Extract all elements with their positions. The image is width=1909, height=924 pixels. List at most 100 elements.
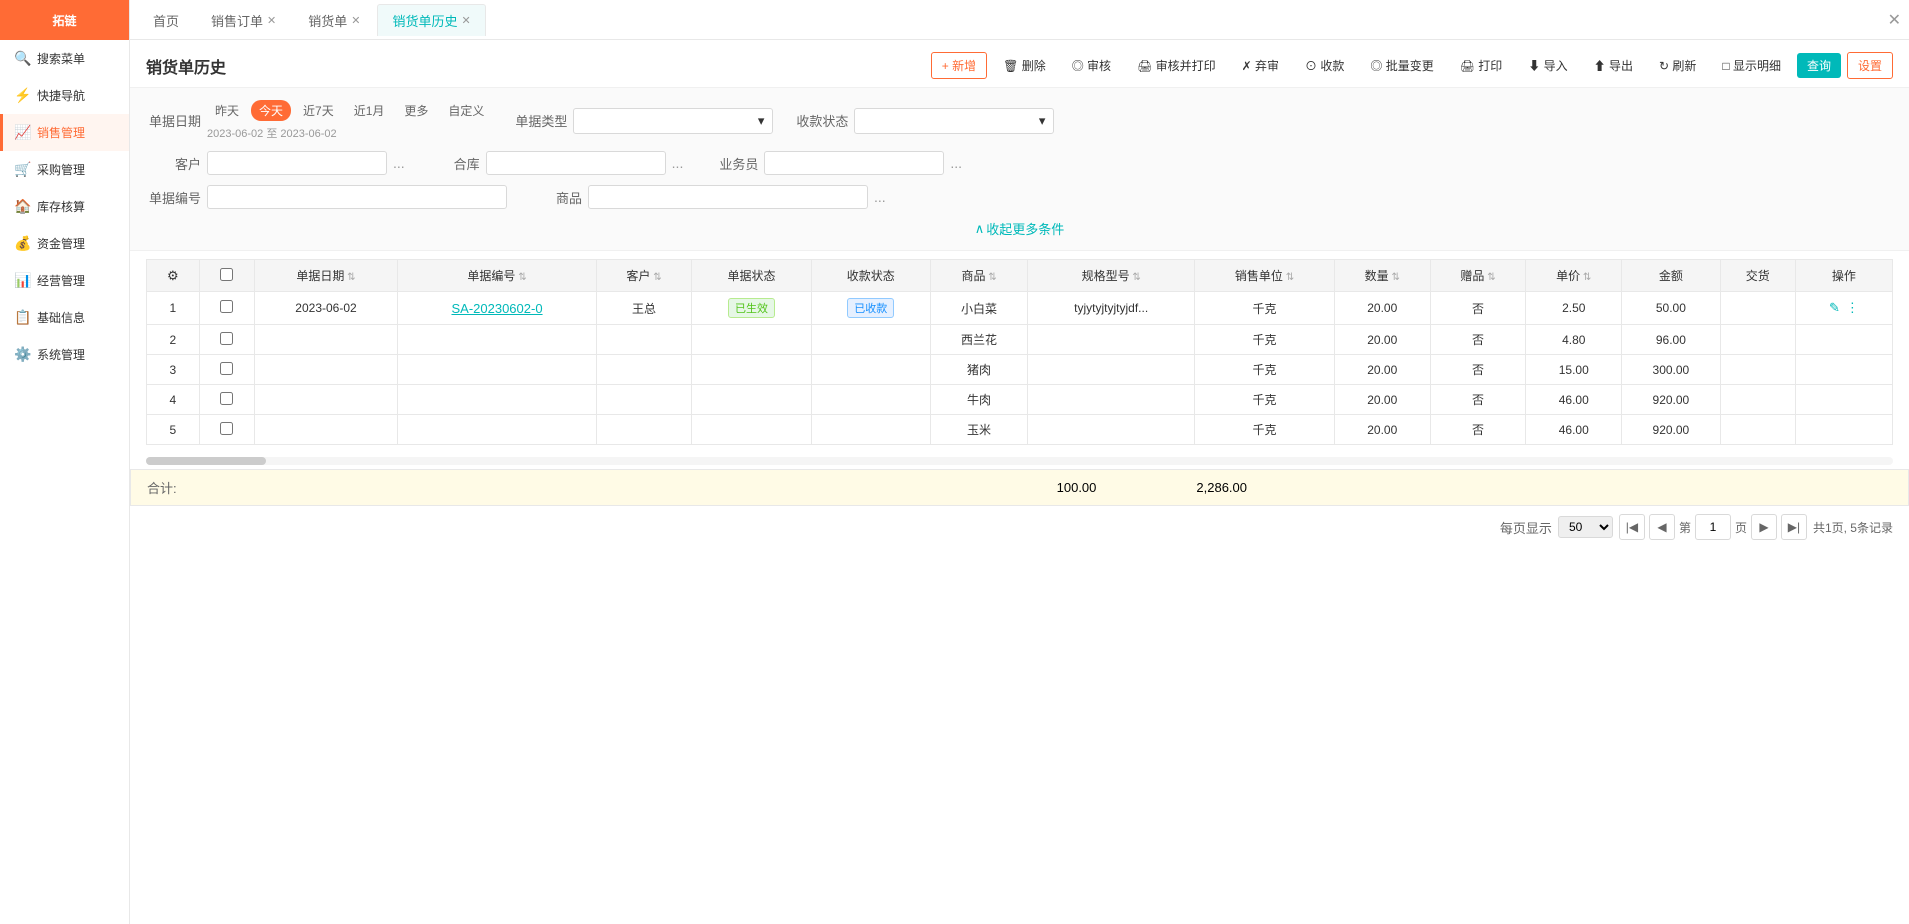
sidebar-item-purchase-mgmt[interactable]: 🛒 采购管理 [0, 151, 129, 188]
date-chip-custom[interactable]: 自定义 [440, 100, 492, 121]
tab-home[interactable]: 首页 [138, 4, 194, 36]
date-chip-1month[interactable]: 近1月 [346, 100, 393, 121]
col-customer[interactable]: 客户 [596, 260, 692, 292]
row-pay-status [811, 325, 930, 355]
show-details-button[interactable]: □ 显示明细 [1712, 53, 1791, 78]
row-doc-no[interactable] [398, 415, 596, 445]
table-scroll[interactable]: ⚙ 单据日期 单据编号 客户 单据状态 收款状态 商品 规格型号 销售单位 数量… [146, 259, 1893, 445]
close-all-tabs-button[interactable]: ✕ [1888, 10, 1901, 30]
staff-lookup-icon[interactable]: ... [950, 155, 962, 171]
col-pay-status[interactable]: 收款状态 [811, 260, 930, 292]
delete-button[interactable]: 🗑 删除 [993, 53, 1056, 78]
row-checkbox[interactable] [199, 355, 254, 385]
tab-close-icon[interactable]: ✕ [267, 14, 276, 27]
refresh-button[interactable]: ↻ 刷新 [1649, 53, 1706, 78]
last-page-button[interactable]: ▶| [1781, 514, 1807, 540]
col-settings[interactable]: ⚙ [147, 260, 200, 292]
tab-close-icon[interactable]: ✕ [462, 14, 471, 27]
row-delivery [1720, 415, 1795, 445]
row-select-checkbox[interactable] [220, 422, 233, 435]
sidebar-item-operations[interactable]: 📊 经营管理 [0, 262, 129, 299]
sidebar-item-inventory[interactable]: 🏠 库存核算 [0, 188, 129, 225]
filter-warehouse: 合库 ... [425, 151, 684, 175]
col-goods[interactable]: 商品 [930, 260, 1027, 292]
row-checkbox[interactable] [199, 325, 254, 355]
goods-lookup-icon[interactable]: ... [874, 189, 886, 205]
sidebar-item-quick-nav[interactable]: ⚡ 快捷导航 [0, 77, 129, 114]
row-doc-no[interactable] [398, 325, 596, 355]
row-doc-no[interactable] [398, 385, 596, 415]
collapse-filter-button[interactable]: ∧ 收起更多条件 [146, 219, 1893, 238]
row-select-checkbox[interactable] [220, 392, 233, 405]
date-chip-more[interactable]: 更多 [396, 100, 436, 121]
col-doc-status[interactable]: 单据状态 [692, 260, 811, 292]
next-page-button[interactable]: ▶ [1751, 514, 1777, 540]
doc-type-select[interactable]: ▾ [573, 108, 773, 134]
new-button[interactable]: + 新增 [931, 52, 987, 79]
settings-icon[interactable]: ⚙ [167, 268, 179, 283]
doc-no-link[interactable]: SA-20230602-0 [451, 301, 542, 316]
customer-lookup-icon[interactable]: ... [393, 155, 405, 171]
tab-close-icon[interactable]: ✕ [351, 14, 360, 27]
abandon-button[interactable]: ✗ 弃审 [1232, 53, 1289, 78]
goods-input[interactable] [588, 185, 868, 209]
customer-input[interactable] [207, 151, 387, 175]
date-chip-7days[interactable]: 近7天 [295, 100, 342, 121]
col-unit[interactable]: 销售单位 [1195, 260, 1335, 292]
tab-sales-history[interactable]: 销货单历史 ✕ [377, 4, 485, 36]
row-select-checkbox[interactable] [220, 362, 233, 375]
row-checkbox[interactable] [199, 292, 254, 325]
row-date: 2023-06-02 [254, 292, 398, 325]
query-button[interactable]: 查询 [1797, 53, 1841, 78]
sidebar-item-sys-mgmt[interactable]: ⚙️ 系统管理 [0, 336, 129, 373]
sidebar-item-finance[interactable]: 💰 资金管理 [0, 225, 129, 262]
import-button[interactable]: ⬇ 导入 [1518, 53, 1577, 78]
collect-button[interactable]: ⊙ 收款 [1295, 53, 1354, 78]
tab-sales-goods[interactable]: 销货单 ✕ [293, 4, 375, 36]
export-button[interactable]: ⬆ 导出 [1584, 53, 1643, 78]
col-date[interactable]: 单据日期 [254, 260, 398, 292]
col-delivery[interactable]: 交货 [1720, 260, 1795, 292]
scrollbar-thumb[interactable] [146, 457, 266, 465]
staff-input[interactable] [764, 151, 944, 175]
row-select-checkbox[interactable] [220, 300, 233, 313]
col-price[interactable]: 单价 [1526, 260, 1622, 292]
col-checkbox[interactable] [199, 260, 254, 292]
col-spec[interactable]: 规格型号 [1028, 260, 1195, 292]
first-page-button[interactable]: |◀ [1619, 514, 1645, 540]
row-doc-no[interactable] [398, 355, 596, 385]
row-doc-no[interactable]: SA-20230602-0 [398, 292, 596, 325]
select-all-checkbox[interactable] [220, 268, 233, 281]
col-gift[interactable]: 赠品 [1430, 260, 1526, 292]
audit-button[interactable]: ◎ 审核 [1062, 53, 1121, 78]
row-select-checkbox[interactable] [220, 332, 233, 345]
edit-action-link[interactable]: ✎ [1829, 300, 1840, 315]
tab-sales-order[interactable]: 销售订单 ✕ [196, 4, 291, 36]
row-checkbox[interactable] [199, 385, 254, 415]
row-checkbox[interactable] [199, 415, 254, 445]
col-qty[interactable]: 数量 [1334, 260, 1430, 292]
more-action-link[interactable]: ⋮ [1846, 300, 1859, 315]
audit-print-button[interactable]: 🖨 审核并打印 [1127, 53, 1226, 78]
print-button[interactable]: 🖨 打印 [1450, 53, 1513, 78]
warehouse-lookup-icon[interactable]: ... [672, 155, 684, 171]
page-number-input[interactable] [1695, 514, 1731, 540]
sidebar-item-search-menu[interactable]: 🔍 搜索菜单 [0, 40, 129, 77]
doc-no-input[interactable] [207, 185, 507, 209]
pay-status-select[interactable]: ▾ [854, 108, 1054, 134]
col-amount[interactable]: 金额 [1622, 260, 1721, 292]
sidebar-item-sales-mgmt[interactable]: 📈 销售管理 [0, 114, 129, 151]
filter-goods: 商品 ... [527, 185, 886, 209]
page-size-select[interactable]: 50 100 200 [1558, 516, 1613, 538]
page-header: 销货单历史 + 新增 🗑 删除 ◎ 审核 🖨 审核并打印 ✗ 弃审 ⊙ 收款 ◎… [130, 40, 1909, 88]
date-chip-yesterday[interactable]: 昨天 [207, 100, 247, 121]
col-doc-no[interactable]: 单据编号 [398, 260, 596, 292]
settings-button[interactable]: 设置 [1847, 52, 1893, 79]
prev-page-button[interactable]: ◀ [1649, 514, 1675, 540]
row-no: 1 [147, 292, 200, 325]
warehouse-input[interactable] [486, 151, 666, 175]
horizontal-scrollbar[interactable] [146, 457, 1893, 465]
sidebar-item-basic-info[interactable]: 📋 基础信息 [0, 299, 129, 336]
batch-change-button[interactable]: ◎ 批量变更 [1360, 53, 1443, 78]
date-chip-today[interactable]: 今天 [251, 100, 291, 121]
